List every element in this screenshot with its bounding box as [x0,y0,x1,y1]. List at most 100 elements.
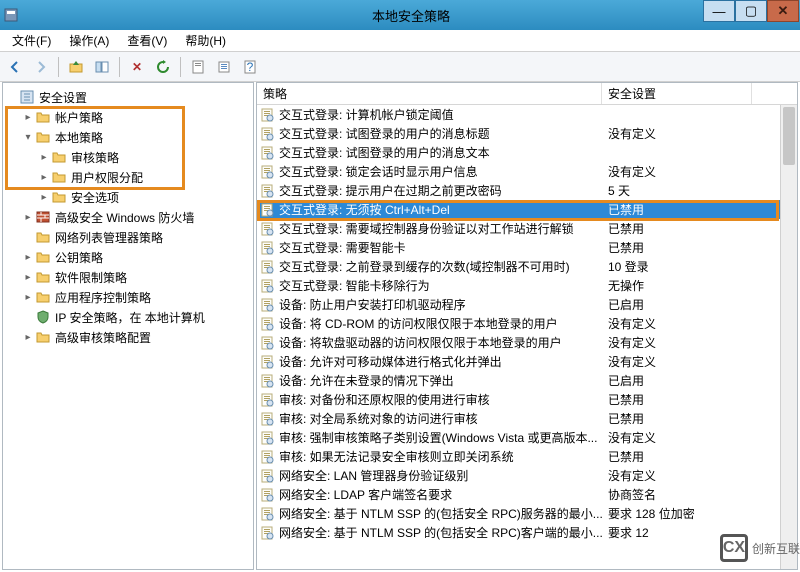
export-button[interactable] [187,56,209,78]
policy-name-cell: 交互式登录: 试图登录的用户的消息文本 [257,144,602,161]
policy-icon [259,411,275,427]
policy-row[interactable]: 交互式登录: 智能卡移除行为无操作 [257,276,797,295]
policy-name-cell: 网络安全: 基于 NTLM SSP 的(包括安全 RPC)客户端的最小... [257,524,602,541]
expander-icon[interactable]: ▸ [21,272,35,283]
policy-icon [259,506,275,522]
policy-row[interactable]: 网络安全: LAN 管理器身份验证级别 没有定义 [257,466,797,485]
expander-icon[interactable]: ▸ [21,292,35,303]
expander-icon[interactable]: ▸ [21,332,35,343]
policy-name: 交互式登录: 计算机帐户锁定阈值 [279,106,454,123]
policy-row[interactable]: 交互式登录: 无须按 Ctrl+Alt+Del 已禁用 [257,200,797,219]
policy-name: 审核: 对全局系统对象的访问进行审核 [279,410,478,427]
policy-value-cell: 已禁用 [602,220,752,237]
policy-row[interactable]: 审核: 如果无法记录安全审核则立即关闭系统已禁用 [257,447,797,466]
policy-row[interactable]: 审核: 对全局系统对象的访问进行审核已禁用 [257,409,797,428]
tree-item[interactable]: ▸安全选项 [5,187,251,207]
policy-row[interactable]: 交互式登录: 提示用户在过期之前更改密码5 天 [257,181,797,200]
up-folder-button[interactable] [65,56,87,78]
back-button[interactable] [4,56,26,78]
policy-icon [259,430,275,446]
policy-name-cell: 交互式登录: 提示用户在过期之前更改密码 [257,182,602,199]
system-menu-icon[interactable] [0,0,22,30]
policy-name: 网络安全: LAN 管理器身份验证级别 [279,467,468,484]
policy-row[interactable]: 设备: 允许在未登录的情况下弹出已启用 [257,371,797,390]
policy-row[interactable]: 网络安全: 基于 NTLM SSP 的(包括安全 RPC)客户端的最小...要求… [257,523,797,542]
tree-item[interactable]: ▾本地策略 [5,127,251,147]
folder-icon [35,269,51,285]
policy-name-cell: 审核: 对全局系统对象的访问进行审核 [257,410,602,427]
tree-item[interactable]: 网络列表管理器策略 [5,227,251,247]
policy-row[interactable]: 交互式登录: 需要智能卡已禁用 [257,238,797,257]
tree-item[interactable]: ▸高级审核策略配置 [5,327,251,347]
policy-row[interactable]: 审核: 对备份和还原权限的使用进行审核已禁用 [257,390,797,409]
policy-row[interactable]: 交互式登录: 需要域控制器身份验证以对工作站进行解锁已禁用 [257,219,797,238]
menu-view[interactable]: 查看(V) [119,30,175,51]
tree-item-label: 公钥策略 [55,249,103,266]
policy-value-cell: 没有定义 [602,353,752,370]
policy-row[interactable]: 交互式登录: 试图登录的用户的消息文本 [257,143,797,162]
tree-item[interactable]: ▸审核策略 [5,147,251,167]
policy-row[interactable]: 设备: 允许对可移动媒体进行格式化并弹出 没有定义 [257,352,797,371]
expander-icon[interactable]: ▸ [37,192,51,203]
policy-icon [19,89,35,105]
policy-name: 网络安全: LDAP 客户端签名要求 [279,486,452,503]
list-body[interactable]: 交互式登录: 计算机帐户锁定阈值交互式登录: 试图登录的用户的消息标题没有定义交… [257,105,797,569]
policy-name: 审核: 强制审核策略子类别设置(Windows Vista 或更高版本... [279,429,597,446]
close-button[interactable]: ✕ [767,0,799,22]
policy-row[interactable]: 交互式登录: 计算机帐户锁定阈值 [257,105,797,124]
scrollbar[interactable] [780,105,797,569]
policy-row[interactable]: 审核: 强制审核策略子类别设置(Windows Vista 或更高版本...没有… [257,428,797,447]
delete-button[interactable]: ✕ [126,56,148,78]
tree-item-label: 网络列表管理器策略 [55,229,163,246]
expander-icon[interactable]: ▸ [21,252,35,263]
menu-file[interactable]: 文件(F) [4,30,59,51]
policy-row[interactable]: 设备: 将 CD-ROM 的访问权限仅限于本地登录的用户没有定义 [257,314,797,333]
policy-row[interactable]: 设备: 防止用户安装打印机驱动程序已启用 [257,295,797,314]
menu-help[interactable]: 帮助(H) [177,30,234,51]
column-header-value[interactable]: 安全设置 [602,83,752,104]
policy-row[interactable]: 交互式登录: 之前登录到缓存的次数(域控制器不可用时)10 登录 [257,257,797,276]
policy-name: 设备: 允许对可移动媒体进行格式化并弹出 [279,353,502,370]
refresh-button[interactable] [152,56,174,78]
policy-value-cell: 已禁用 [602,201,752,218]
expander-icon[interactable]: ▸ [21,112,35,123]
maximize-button[interactable]: ▢ [735,0,767,22]
tree-root[interactable]: 安全设置 [5,87,251,107]
expander-icon[interactable]: ▸ [37,172,51,183]
policy-row[interactable]: 交互式登录: 锁定会话时显示用户信息没有定义 [257,162,797,181]
scrollbar-thumb[interactable] [783,107,795,165]
expander-icon[interactable]: ▾ [21,132,35,143]
policy-icon [259,240,275,256]
policy-value-cell: 已禁用 [602,391,752,408]
help-button[interactable]: ? [239,56,261,78]
policy-row[interactable]: 网络安全: 基于 NTLM SSP 的(包括安全 RPC)服务器的最小...要求… [257,504,797,523]
minimize-button[interactable]: — [703,0,735,22]
policy-row[interactable]: 网络安全: LDAP 客户端签名要求协商签名 [257,485,797,504]
policy-name-cell: 网络安全: 基于 NTLM SSP 的(包括安全 RPC)服务器的最小... [257,505,602,522]
tree-item[interactable]: ▸帐户策略 [5,107,251,127]
show-hide-button[interactable] [91,56,113,78]
policy-name: 交互式登录: 锁定会话时显示用户信息 [279,163,478,180]
tree-item[interactable]: IP 安全策略，在 本地计算机 [5,307,251,327]
policy-row[interactable]: 交互式登录: 试图登录的用户的消息标题没有定义 [257,124,797,143]
toolbar: ✕ ? [0,52,800,82]
policy-name-cell: 交互式登录: 锁定会话时显示用户信息 [257,163,602,180]
tree-item[interactable]: ▸应用程序控制策略 [5,287,251,307]
properties-button[interactable] [213,56,235,78]
policy-row[interactable]: 设备: 将软盘驱动器的访问权限仅限于本地登录的用户没有定义 [257,333,797,352]
tree-item[interactable]: ▸ 公钥策略 [5,247,251,267]
column-header-name[interactable]: 策略 [257,83,602,104]
policy-name: 交互式登录: 无须按 Ctrl+Alt+Del [279,201,450,218]
tree-item[interactable]: ▸用户权限分配 [5,167,251,187]
tree-item[interactable]: ▸软件限制策略 [5,267,251,287]
menu-action[interactable]: 操作(A) [61,30,117,51]
policy-value-cell: 没有定义 [602,467,752,484]
tree-item[interactable]: ▸高级安全 Windows 防火墙 [5,207,251,227]
forward-button[interactable] [30,56,52,78]
toolbar-sep [180,57,181,77]
expander-icon[interactable]: ▸ [21,212,35,223]
tree-pane[interactable]: 安全设置 ▸帐户策略▾本地策略▸审核策略▸用户权限分配▸安全选项▸高级安全 Wi… [2,82,254,570]
expander-icon[interactable]: ▸ [37,152,51,163]
policy-name-cell: 设备: 允许对可移动媒体进行格式化并弹出 [257,353,602,370]
policy-icon [259,145,275,161]
